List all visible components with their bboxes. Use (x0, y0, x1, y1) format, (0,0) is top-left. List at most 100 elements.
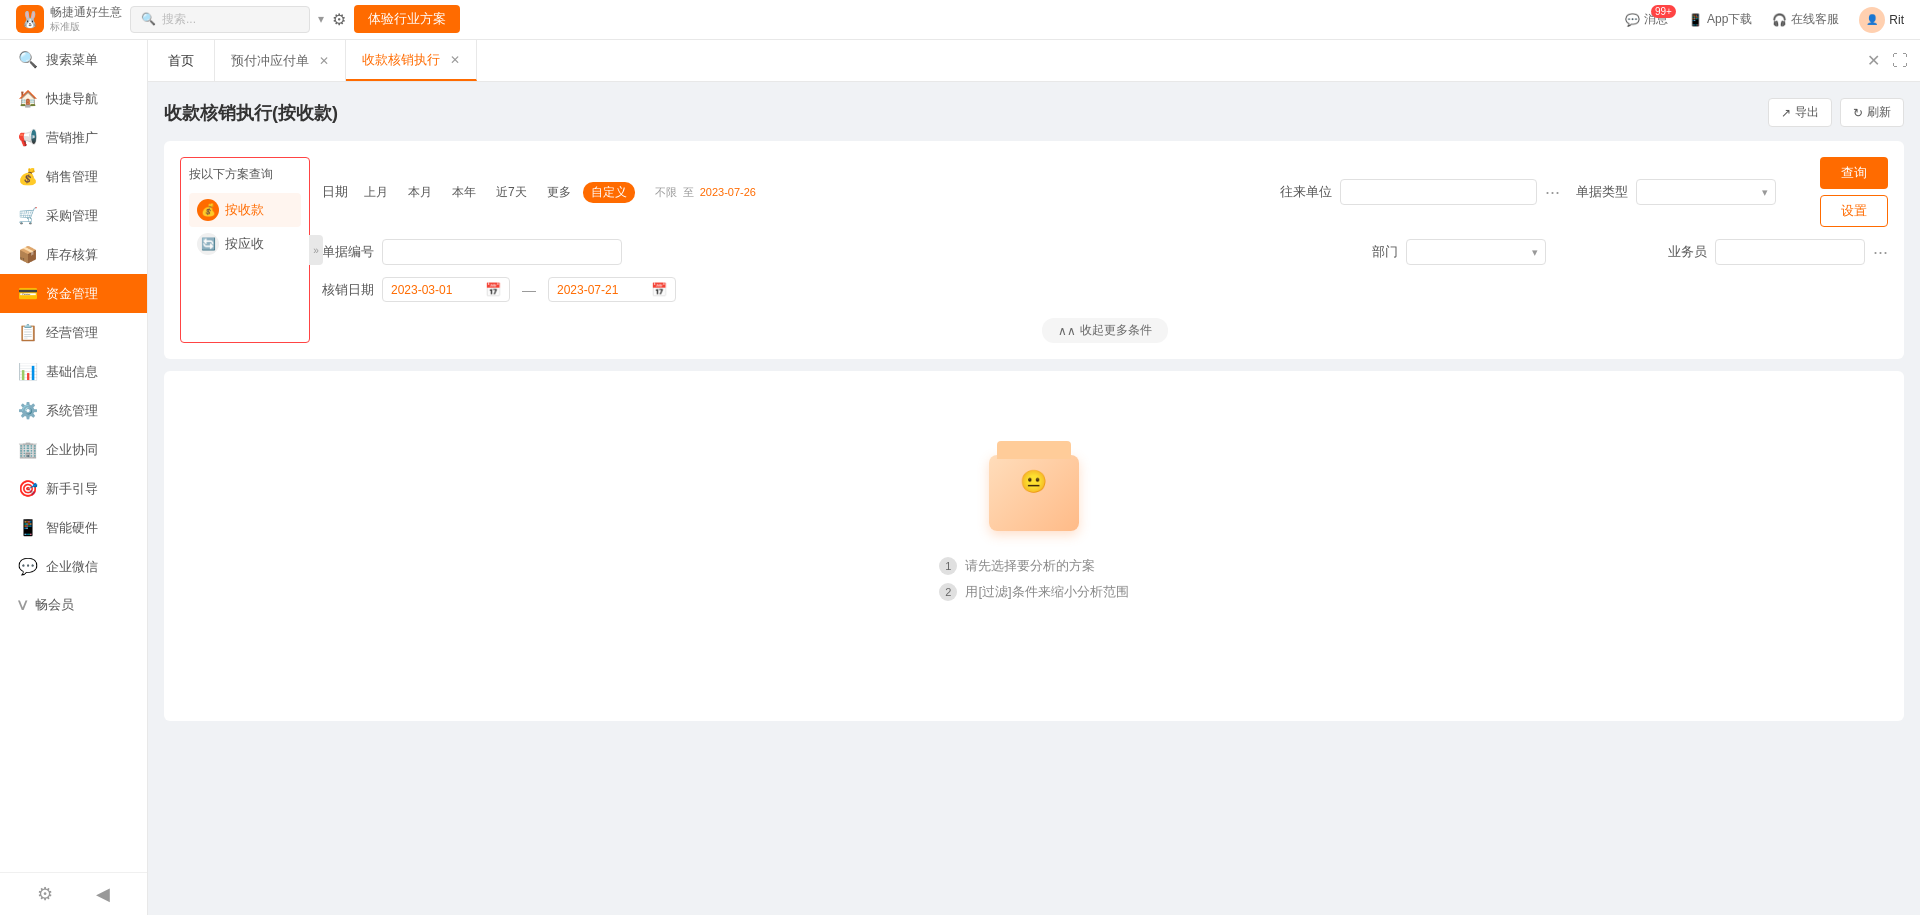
sidebar-item-wechat[interactable]: 💬 企业微信 (0, 547, 147, 586)
salesperson-label: 业务员 (1668, 243, 1707, 261)
top-bar-left: 🐰 畅捷通好生意 标准版 🔍 搜索... ▾ ⚙ 体验行业方案 (16, 5, 1625, 33)
voucher-type-select-wrap (1636, 179, 1776, 205)
receivable-option-icon: 🔄 (197, 233, 219, 255)
writeoff-date-to-input[interactable] (557, 283, 647, 297)
top-bar-right: 💬 消息 99+ 📱 App下载 🎧 在线客服 👤 Rit (1625, 7, 1904, 33)
tab-close-prepay[interactable]: ✕ (319, 54, 329, 68)
collapse-more-row: ∧∧ 收起更多条件 (322, 318, 1888, 343)
online-service-item[interactable]: 🎧 在线客服 (1772, 11, 1839, 28)
solution-btn[interactable]: 体验行业方案 (354, 5, 460, 33)
date-last-7-days[interactable]: 近7天 (488, 182, 535, 203)
tab-close-window-btn[interactable]: ✕ (1863, 47, 1884, 74)
voucher-type-select[interactable] (1636, 179, 1776, 205)
writeoff-date-from-input[interactable] (391, 283, 481, 297)
filter-form: 日期 上月 本月 本年 近7天 更多 自定义 不限 至 2023 (322, 157, 1888, 343)
sidebar-item-sales[interactable]: 💰 销售管理 (0, 157, 147, 196)
partner-input[interactable] (1340, 179, 1537, 205)
tab-prepay[interactable]: 预付冲应付单 ✕ (215, 40, 346, 81)
empty-tip-1: 1 请先选择要分析的方案 (939, 557, 1128, 575)
filter-options-panel: 按以下方案查询 💰 按收款 🔄 按应收 » (180, 157, 310, 343)
sidebar-settings-btn[interactable]: ⚙ (37, 883, 53, 905)
salesperson-input[interactable] (1715, 239, 1865, 265)
tab-receipt-writeoff[interactable]: 收款核销执行 ✕ (346, 40, 477, 81)
empty-state: 😐 1 请先选择要分析的方案 2 用[过滤]条件来缩小分析范围 (939, 371, 1128, 641)
voucher-no-field: 单据编号 (322, 239, 622, 265)
purchase-icon: 🛒 (18, 206, 38, 225)
finance-icon: 💳 (18, 284, 38, 303)
export-btn[interactable]: ↗ 导出 (1768, 98, 1832, 127)
settings-btn[interactable]: 设置 (1820, 195, 1888, 227)
sidebar-item-marketing[interactable]: 📢 营销推广 (0, 118, 147, 157)
sidebar-item-search[interactable]: 🔍 搜索菜单 (0, 40, 147, 79)
sidebar-item-finance[interactable]: 💳 资金管理 (0, 274, 147, 313)
filter-collapse-btn[interactable]: » (309, 235, 323, 265)
brand: 🐰 畅捷通好生意 标准版 (16, 5, 122, 33)
sidebar-item-newbie[interactable]: 🎯 新手引导 (0, 469, 147, 508)
search-bar[interactable]: 🔍 搜索... (130, 6, 310, 33)
member-icon: Ⅴ (18, 598, 27, 613)
headset-icon: 🎧 (1772, 13, 1787, 27)
writeoff-date-label: 核销日期 (322, 281, 374, 299)
date-last-month[interactable]: 上月 (356, 182, 396, 203)
page-content: 收款核销执行(按收款) ↗ 导出 ↻ 刷新 按以下方案查询 💰 按收款 (148, 82, 1920, 915)
filter-panel: 按以下方案查询 💰 按收款 🔄 按应收 » 日期 (164, 141, 1904, 359)
quick-dates: 上月 本月 本年 近7天 更多 自定义 (356, 182, 635, 203)
topbar-gear-icon[interactable]: ⚙ (332, 10, 346, 29)
message-icon-item[interactable]: 💬 消息 99+ (1625, 11, 1668, 28)
empty-tip-2: 2 用[过滤]条件来缩小分析范围 (939, 583, 1128, 601)
sidebar-item-purchase[interactable]: 🛒 采购管理 (0, 196, 147, 235)
marketing-icon: 📢 (18, 128, 38, 147)
business-icon: 📋 (18, 323, 38, 342)
collapse-more-btn[interactable]: ∧∧ 收起更多条件 (1042, 318, 1168, 343)
voucher-type-label: 单据类型 (1576, 183, 1628, 201)
sidebar-item-system[interactable]: ⚙️ 系统管理 (0, 391, 147, 430)
basic-info-icon: 📊 (18, 362, 38, 381)
date-label: 日期 (322, 183, 348, 201)
main-content: 首页 预付冲应付单 ✕ 收款核销执行 ✕ ✕ ⛶ 收款核销执行(按收款) ↗ 导… (148, 40, 1920, 915)
sidebar-collapse-btn[interactable]: ◀ (96, 883, 110, 905)
date-more[interactable]: 更多 (539, 182, 579, 203)
voucher-no-input[interactable] (382, 239, 622, 265)
mobile-icon: 📱 (1688, 13, 1703, 27)
department-select-wrap (1406, 239, 1546, 265)
page-header: 收款核销执行(按收款) ↗ 导出 ↻ 刷新 (164, 98, 1904, 127)
partner-dots-btn[interactable]: ··· (1545, 183, 1560, 201)
salesperson-dots-btn[interactable]: ··· (1873, 243, 1888, 261)
newbie-icon: 🎯 (18, 479, 38, 498)
department-field: 部门 (1372, 239, 1652, 265)
date-this-month[interactable]: 本月 (400, 182, 440, 203)
sidebar: 🔍 搜索菜单 🏠 快捷导航 📢 营销推广 💰 销售管理 🛒 采购管理 📦 库存核… (0, 40, 148, 915)
calendar-to-icon[interactable]: 📅 (651, 282, 667, 297)
writeoff-date-to-wrap: 📅 (548, 277, 676, 302)
app-download-item[interactable]: 📱 App下载 (1688, 11, 1752, 28)
inventory-icon: 📦 (18, 245, 38, 264)
date-this-year[interactable]: 本年 (444, 182, 484, 203)
sidebar-item-business[interactable]: 📋 经营管理 (0, 313, 147, 352)
date-custom-active[interactable]: 自定义 (583, 182, 635, 203)
tab-home[interactable]: 首页 (148, 40, 215, 81)
voucher-type-field: 单据类型 (1576, 179, 1796, 205)
refresh-btn[interactable]: ↻ 刷新 (1840, 98, 1904, 127)
message-icon: 💬 (1625, 13, 1640, 27)
sidebar-item-member[interactable]: Ⅴ 畅会员 (0, 586, 147, 624)
query-btn[interactable]: 查询 (1820, 157, 1888, 189)
filter-option-by-receipt[interactable]: 💰 按收款 (189, 193, 301, 227)
sidebar-item-quick-nav[interactable]: 🏠 快捷导航 (0, 79, 147, 118)
sidebar-item-hardware[interactable]: 📱 智能硬件 (0, 508, 147, 547)
tab-expand-btn[interactable]: ⛶ (1888, 48, 1912, 74)
top-bar: 🐰 畅捷通好生意 标准版 🔍 搜索... ▾ ⚙ 体验行业方案 💬 消息 99+… (0, 0, 1920, 40)
calendar-from-icon[interactable]: 📅 (485, 282, 501, 297)
refresh-icon: ↻ (1853, 106, 1863, 120)
user-info[interactable]: 👤 Rit (1859, 7, 1904, 33)
search-menu-icon: 🔍 (18, 50, 38, 69)
tab-close-receipt[interactable]: ✕ (450, 53, 460, 67)
sidebar-item-basic-info[interactable]: 📊 基础信息 (0, 352, 147, 391)
writeoff-date-field: 核销日期 📅 — 📅 (322, 277, 676, 302)
search-dropdown-icon[interactable]: ▾ (318, 12, 324, 26)
filter-option-by-receivable[interactable]: 🔄 按应收 (189, 227, 301, 261)
hardware-icon: 📱 (18, 518, 38, 537)
sidebar-item-inventory[interactable]: 📦 库存核算 (0, 235, 147, 274)
department-label: 部门 (1372, 243, 1398, 261)
department-select[interactable] (1406, 239, 1546, 265)
sidebar-item-enterprise[interactable]: 🏢 企业协同 (0, 430, 147, 469)
